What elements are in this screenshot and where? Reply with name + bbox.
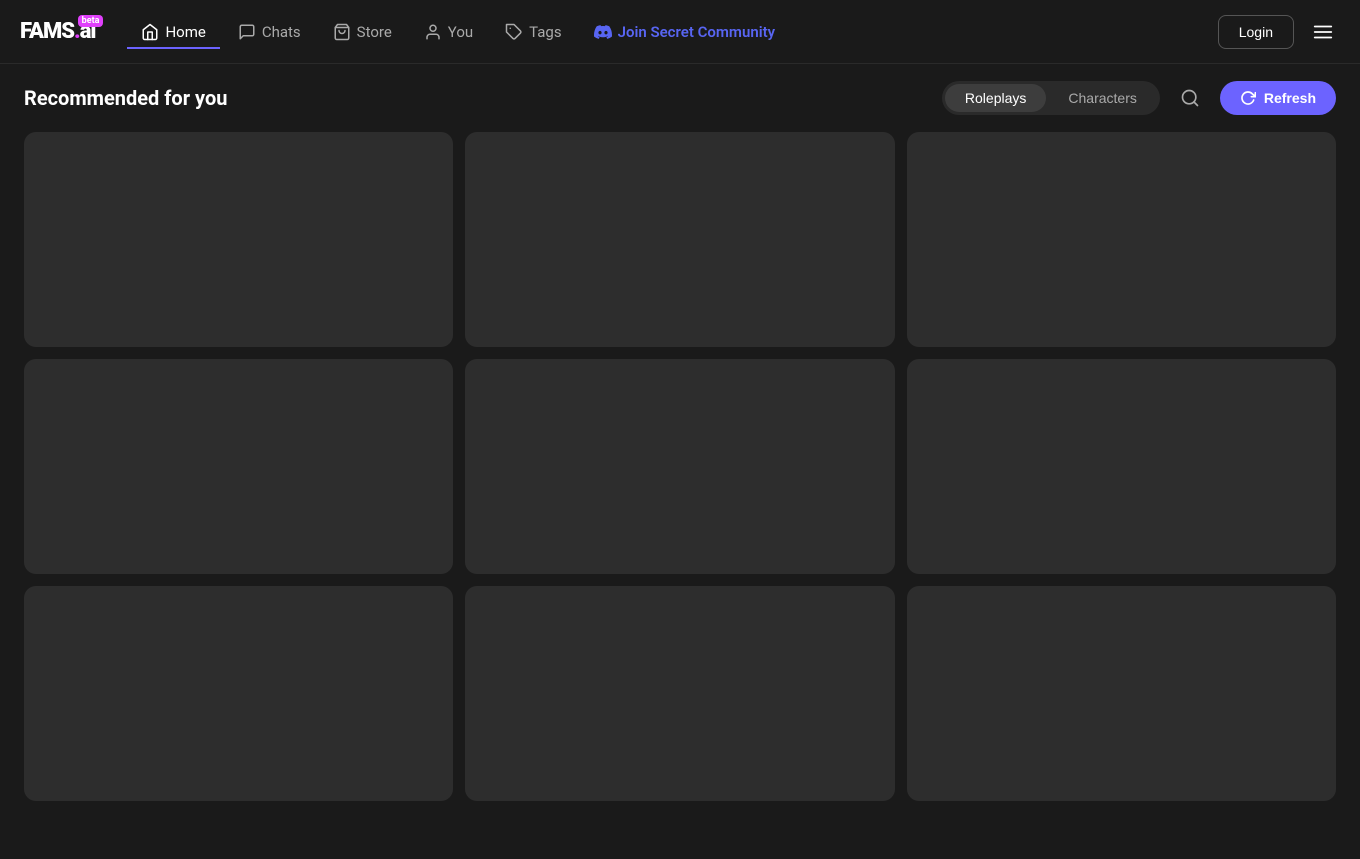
- home-icon: [141, 23, 159, 41]
- logo[interactable]: FAMS.ai beta: [20, 19, 95, 44]
- page-title: Recommended for you: [24, 86, 227, 110]
- toolbar: Recommended for you Roleplays Characters…: [0, 64, 1360, 132]
- you-icon: [424, 23, 442, 41]
- nav-label-store: Store: [357, 23, 392, 41]
- discord-icon: [594, 23, 612, 41]
- card-skeleton-2[interactable]: [465, 132, 894, 347]
- nav-label-chats: Chats: [262, 23, 301, 41]
- filter-tab-characters[interactable]: Characters: [1048, 84, 1156, 112]
- nav-item-chats[interactable]: Chats: [224, 15, 315, 49]
- card-grid: [0, 132, 1360, 825]
- nav-links: Home Chats Store You Tag: [127, 15, 1209, 49]
- nav-item-home[interactable]: Home: [127, 15, 219, 49]
- beta-badge: beta: [78, 15, 104, 27]
- nav-label-tags: Tags: [529, 23, 561, 41]
- nav-item-discord[interactable]: Join Secret Community: [580, 15, 790, 49]
- card-skeleton-9[interactable]: [907, 586, 1336, 801]
- nav-item-tags[interactable]: Tags: [491, 15, 575, 49]
- hamburger-button[interactable]: [1306, 15, 1340, 49]
- card-skeleton-8[interactable]: [465, 586, 894, 801]
- refresh-label: Refresh: [1264, 90, 1316, 106]
- store-icon: [333, 23, 351, 41]
- nav-item-you[interactable]: You: [410, 15, 487, 49]
- login-button[interactable]: Login: [1218, 15, 1294, 49]
- refresh-button[interactable]: Refresh: [1220, 81, 1336, 115]
- nav-right: Login: [1218, 15, 1340, 49]
- card-skeleton-3[interactable]: [907, 132, 1336, 347]
- card-skeleton-7[interactable]: [24, 586, 453, 801]
- search-icon: [1180, 88, 1200, 108]
- main-nav: FAMS.ai beta Home Chats Store: [0, 0, 1360, 64]
- tags-icon: [505, 23, 523, 41]
- logo-fams: FAMS: [20, 19, 74, 44]
- refresh-icon: [1240, 90, 1256, 106]
- nav-label-you: You: [448, 23, 473, 41]
- filter-tab-roleplays[interactable]: Roleplays: [945, 84, 1046, 112]
- nav-item-store[interactable]: Store: [319, 15, 406, 49]
- card-skeleton-4[interactable]: [24, 359, 453, 574]
- card-skeleton-6[interactable]: [907, 359, 1336, 574]
- card-skeleton-1[interactable]: [24, 132, 453, 347]
- nav-label-home: Home: [165, 23, 205, 41]
- search-button[interactable]: [1172, 80, 1208, 116]
- card-skeleton-5[interactable]: [465, 359, 894, 574]
- filter-tabs: Roleplays Characters: [942, 81, 1160, 115]
- nav-label-discord: Join Secret Community: [618, 23, 776, 41]
- hamburger-icon: [1312, 21, 1334, 43]
- chats-icon: [238, 23, 256, 41]
